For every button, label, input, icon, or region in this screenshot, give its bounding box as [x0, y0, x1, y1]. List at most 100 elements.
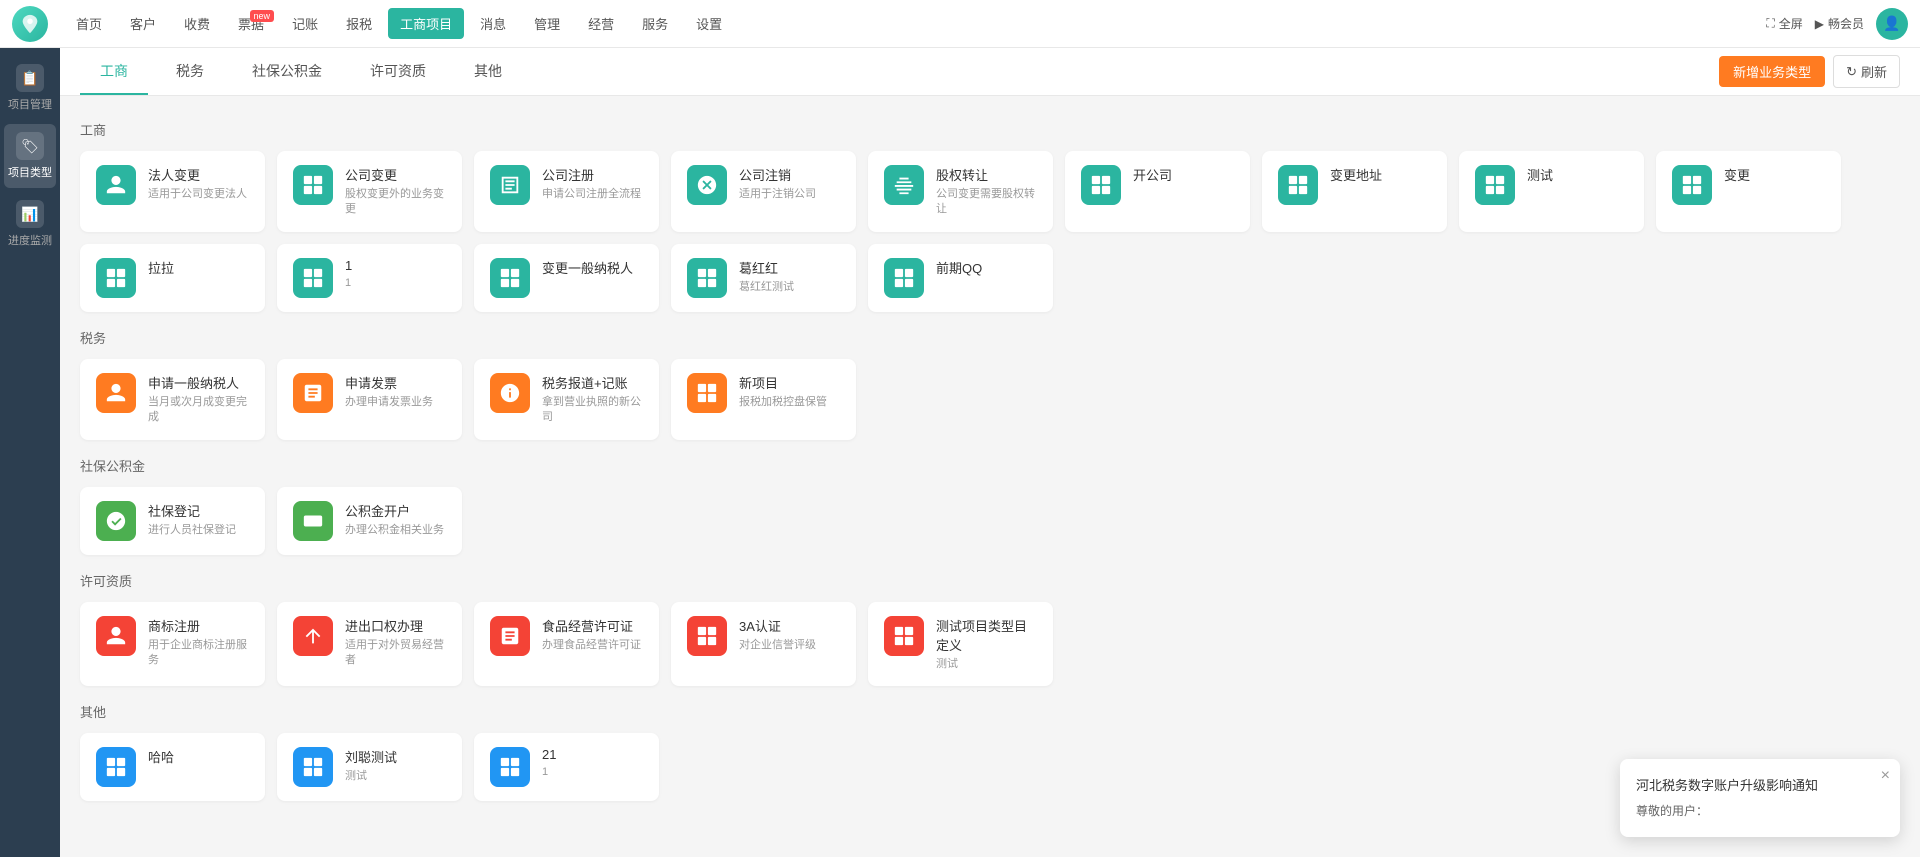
nav-settings[interactable]: 设置 [684, 8, 734, 39]
card-shuiwu-baodao[interactable]: 税务报道+记账 拿到营业执照的新公司 [474, 359, 659, 440]
card-biangeng-gs[interactable]: 变更 [1656, 151, 1841, 232]
card-icon-21 [490, 747, 530, 787]
tab-shebao[interactable]: 社保公积金 [232, 49, 342, 95]
nav-tax[interactable]: 报税 [334, 8, 384, 39]
card-haha[interactable]: 哈哈 [80, 733, 265, 801]
card-icon-ceshi-xm [884, 616, 924, 656]
card-title-zhuxiao: 公司注销 [739, 165, 840, 184]
card-liucong-ceshi[interactable]: 刘聪测试 测试 [277, 733, 462, 801]
nav-operation[interactable]: 经营 [576, 8, 626, 39]
card-guquan-zhuanrang[interactable]: 股权转让 公司变更需要股权转让 [868, 151, 1053, 232]
card-desc-3a: 对企业信誉评级 [739, 638, 840, 653]
nav-service[interactable]: 服务 [630, 8, 680, 39]
card-desc-21: 1 [542, 765, 643, 780]
card-shenqing-fapiao[interactable]: 申请发票 办理申请发票业务 [277, 359, 462, 440]
nav-bizproject[interactable]: 工商项目 [388, 8, 464, 39]
tab-shuiwu[interactable]: 税务 [156, 49, 224, 95]
card-icon-ceshi-gs [1475, 165, 1515, 205]
sidebar-item-progress[interactable]: 📊 进度监测 [4, 192, 56, 256]
card-title-biangeng-gs: 变更 [1724, 165, 1825, 184]
card-icon-3a [687, 616, 727, 656]
sidebar-item-project-type[interactable]: 🏷 项目类型 [4, 124, 56, 188]
vip-button[interactable]: ▶ 畅会员 [1815, 15, 1864, 32]
user-avatar[interactable]: 👤 [1876, 8, 1908, 40]
card-qianqi-qq[interactable]: 前期QQ [868, 244, 1053, 312]
card-icon-shenqing-fp [293, 373, 333, 413]
project-type-icon: 🏷 [16, 132, 44, 160]
card-lala[interactable]: 拉拉 [80, 244, 265, 312]
card-gongjijin-kaihao[interactable]: 公积金开户 办理公积金相关业务 [277, 487, 462, 555]
card-title-gongsi-bg: 公司变更 [345, 165, 446, 184]
card-kai-gongsi[interactable]: 开公司 [1065, 151, 1250, 232]
card-title-baodao: 税务报道+记账 [542, 373, 643, 392]
nav-home[interactable]: 首页 [64, 8, 114, 39]
top-nav: 首页 客户 收费 票据 new 记账 报税 工商项目 消息 管理 经营 服务 设… [0, 0, 1920, 48]
nav-bookkeep[interactable]: 记账 [280, 8, 330, 39]
card-shipin-jingying[interactable]: 食品经营许可证 办理食品经营许可证 [474, 602, 659, 686]
card-desc-ceshi-xm: 测试 [936, 657, 1037, 672]
card-content-faren: 法人变更 适用于公司变更法人 [148, 165, 249, 202]
main-content: 工商 税务 社保公积金 许可资质 其他 新增业务类型 ↻ 刷新 工商 法人变更 … [60, 48, 1920, 857]
card-xin-xiangmu[interactable]: 新项目 报税加税控盘保管 [671, 359, 856, 440]
card-gongsi-biangeng[interactable]: 公司变更 股权变更外的业务变更 [277, 151, 462, 232]
card-ge-honghong[interactable]: 葛红红 葛红红测试 [671, 244, 856, 312]
card-icon-gongsi-bg [293, 165, 333, 205]
card-ceshi-xiangmu[interactable]: 测试项目类型目定义 测试 [868, 602, 1053, 686]
content-area: 工商 法人变更 适用于公司变更法人 公司变更 股权变更外的业务变更 [60, 96, 1920, 833]
card-icon-gongjijin [293, 501, 333, 541]
sidebar-item-project-manage[interactable]: 📋 项目管理 [4, 56, 56, 120]
card-desc-ge: 葛红红测试 [739, 280, 840, 295]
nav-customer[interactable]: 客户 [118, 8, 168, 39]
card-ceshi-gs[interactable]: 测试 [1459, 151, 1644, 232]
card-content-21: 21 1 [542, 747, 643, 780]
card-title-dizhi: 变更地址 [1330, 165, 1431, 184]
card-biangeng-dizhi[interactable]: 变更地址 [1262, 151, 1447, 232]
card-desc-guquan: 公司变更需要股权转让 [936, 187, 1037, 218]
card-content-guquan: 股权转让 公司变更需要股权转让 [936, 165, 1037, 218]
card-content-shipin: 食品经营许可证 办理食品经营许可证 [542, 616, 643, 653]
card-title-jinchukou: 进出口权办理 [345, 616, 446, 635]
card-icon-kai [1081, 165, 1121, 205]
card-content-gongsi-bg: 公司变更 股权变更外的业务变更 [345, 165, 446, 218]
card-title-ceshi-gs: 测试 [1527, 165, 1628, 184]
card-content-dizhi: 变更地址 [1330, 165, 1431, 187]
card-desc-zhuxiao: 适用于注销公司 [739, 187, 840, 202]
nav-message[interactable]: 消息 [468, 8, 518, 39]
notification-popup: × 河北税务数字账户升级影响通知 尊敬的用户： [1620, 759, 1900, 837]
card-desc-jinchukou: 适用于对外贸易经营者 [345, 638, 446, 669]
fullscreen-button[interactable]: ⛶ 全屏 [1766, 15, 1802, 32]
card-title-qq: 前期QQ [936, 258, 1037, 277]
card-3a-renzheng[interactable]: 3A认证 对企业信誉评级 [671, 602, 856, 686]
card-icon-zhuce [490, 165, 530, 205]
card-shebao-dengji[interactable]: 社保登记 进行人员社保登记 [80, 487, 265, 555]
add-type-button[interactable]: 新增业务类型 [1719, 56, 1825, 87]
card-icon-shebao [96, 501, 136, 541]
card-21[interactable]: 21 1 [474, 733, 659, 801]
nav-manage[interactable]: 管理 [522, 8, 572, 39]
card-icon-qq [884, 258, 924, 298]
card-desc-zhuce: 申请公司注册全流程 [542, 187, 643, 202]
card-1[interactable]: 1 1 [277, 244, 462, 312]
tab-gongshang[interactable]: 工商 [80, 49, 148, 95]
nav-charge[interactable]: 收费 [172, 8, 222, 39]
section-xuke-title: 许可资质 [80, 571, 1900, 590]
nav-ticket[interactable]: 票据 new [226, 8, 276, 39]
card-faren-biangeng[interactable]: 法人变更 适用于公司变更法人 [80, 151, 265, 232]
card-title-lala: 拉拉 [148, 258, 249, 277]
card-jinchukouquan[interactable]: 进出口权办理 适用于对外贸易经营者 [277, 602, 462, 686]
tab-xuke[interactable]: 许可资质 [350, 49, 446, 95]
card-shenqing-yiban[interactable]: 申请一般纳税人 当月或次月成变更完成 [80, 359, 265, 440]
card-desc-shenqing-fp: 办理申请发票业务 [345, 395, 446, 410]
notification-close-button[interactable]: × [1881, 767, 1890, 785]
card-title-guquan: 股权转让 [936, 165, 1037, 184]
card-gongsi-zhuxiao[interactable]: 公司注销 适用于注销公司 [671, 151, 856, 232]
card-gongsi-zhuce[interactable]: 公司注册 申请公司注册全流程 [474, 151, 659, 232]
section-shebao-title: 社保公积金 [80, 456, 1900, 475]
tab-other[interactable]: 其他 [454, 49, 522, 95]
refresh-button[interactable]: ↻ 刷新 [1833, 55, 1900, 88]
card-title-shenqing-yiban: 申请一般纳税人 [148, 373, 249, 392]
project-manage-icon: 📋 [16, 64, 44, 92]
card-biangeng-yiban[interactable]: 变更一般纳税人 [474, 244, 659, 312]
card-content-shangbiao: 商标注册 用于企业商标注册服务 [148, 616, 249, 669]
card-shangbiao[interactable]: 商标注册 用于企业商标注册服务 [80, 602, 265, 686]
